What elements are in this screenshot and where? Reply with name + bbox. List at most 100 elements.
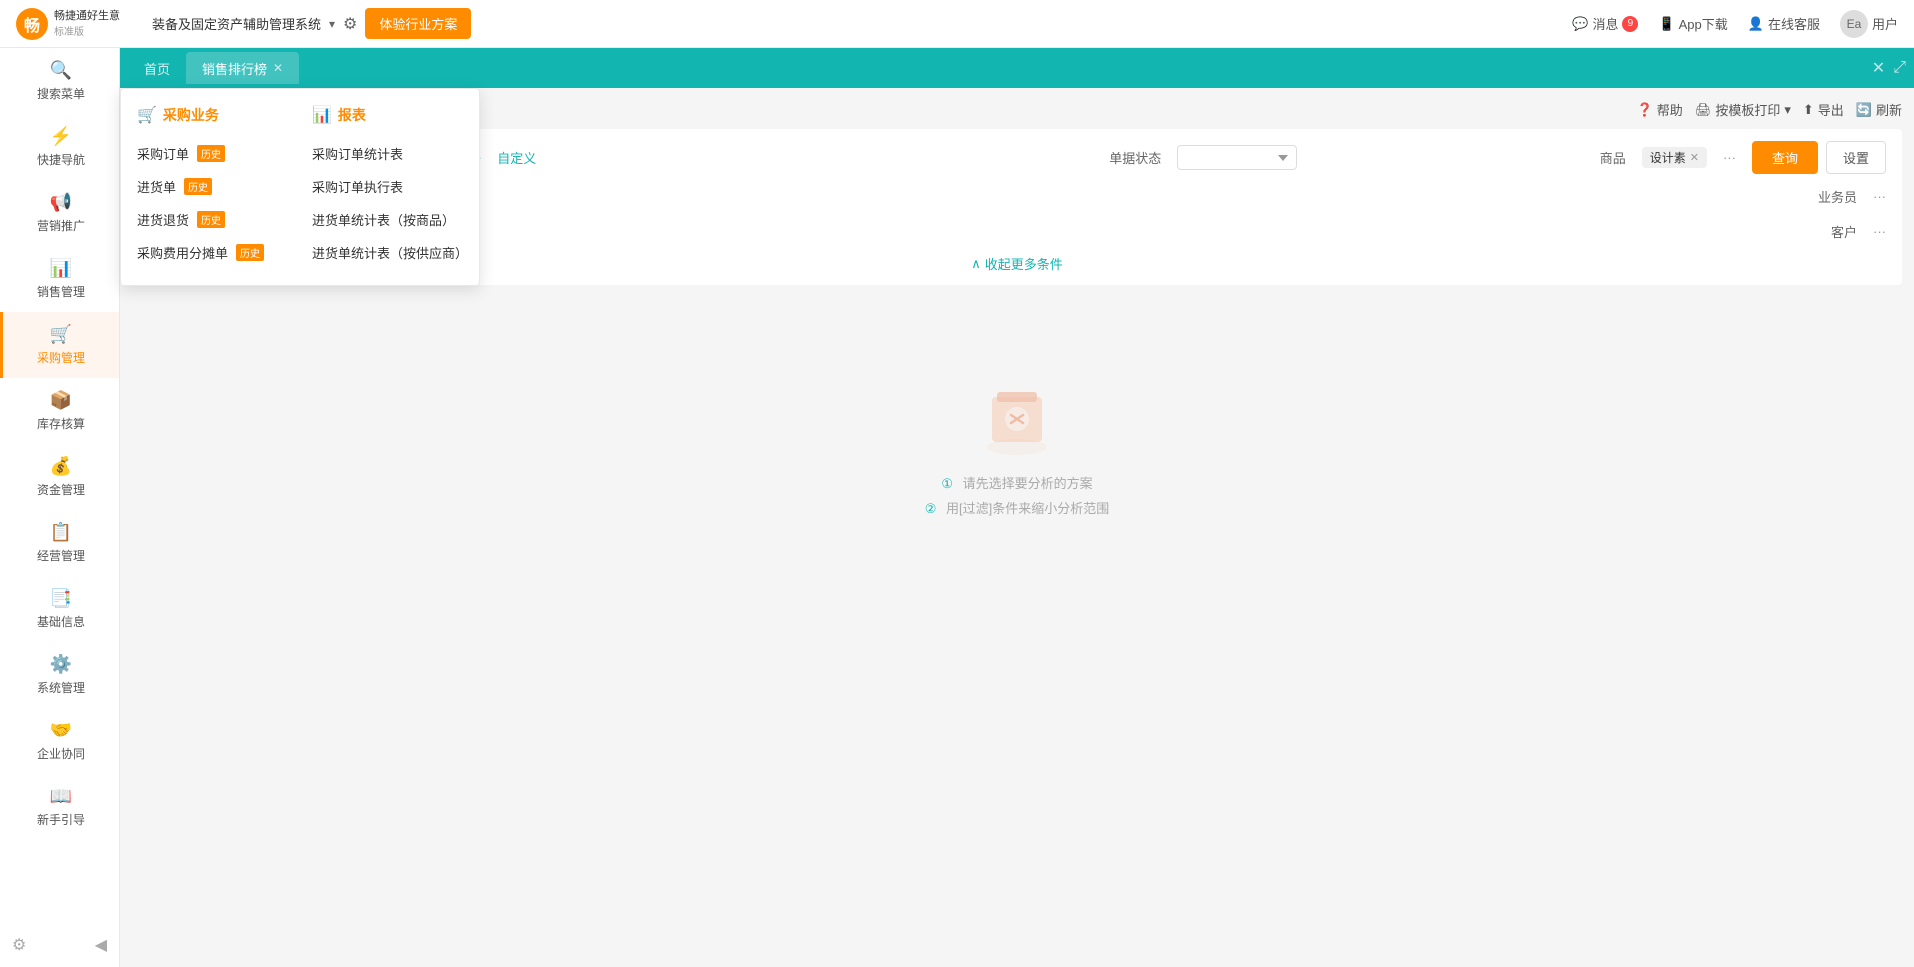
date-custom[interactable]: 自定义	[497, 148, 536, 167]
purchase-return-item[interactable]: 进货退货 历史	[137, 203, 288, 236]
tab-close-icon[interactable]: ✕	[273, 61, 283, 75]
print-btn[interactable]: 🖨 按模板打印 ▾	[1695, 100, 1791, 119]
salesman-label: 业务员	[1818, 187, 1857, 206]
cooperation-icon: 🤝	[50, 720, 72, 741]
dropdown-sections: 🛒 采购业务 采购订单 历史 进货单 历史 进货退货 历史 采购费用分摊单 历史	[137, 105, 463, 269]
refresh-btn[interactable]: 🔄 刷新	[1856, 100, 1902, 119]
system-icon: ⚙️	[50, 654, 72, 675]
empty-tip-1: ① 请先选择要分析的方案	[941, 473, 1092, 492]
empty-tip-2: ② 用[过滤]条件来缩小分析范围	[925, 498, 1110, 517]
top-header: 畅 畅捷通好生意 标准版 装备及固定资产辅助管理系统 ▾ ⚙ 体验行业方案 💬 …	[0, 0, 1914, 48]
goods-label: 商品	[1600, 148, 1626, 167]
sidebar-item-marketing[interactable]: 📢 营销推广	[0, 180, 119, 246]
header-right: 💬 消息 9 📱 App下载 👤 在线客服 Ea 用户	[1572, 10, 1898, 38]
report-order-exec-item[interactable]: 采购订单执行表	[312, 170, 463, 203]
sidebar: 🔍 搜索菜单 ⚡ 快捷导航 📢 营销推广 📊 销售管理 🛒 采购管理 📦 库存核…	[0, 48, 120, 967]
export-btn[interactable]: ⬆ 导出	[1803, 100, 1844, 119]
sidebar-item-operation[interactable]: 📋 经营管理	[0, 510, 119, 576]
message-icon: 💬	[1572, 16, 1588, 32]
phone-icon: 📱	[1658, 16, 1674, 32]
sidebar-bottom: ⚙ ◀	[0, 923, 119, 967]
goods-tag: 设计素 ✕	[1642, 147, 1707, 168]
empty-state: ① 请先选择要分析的方案 ② 用[过滤]条件来缩小分析范围	[132, 297, 1902, 603]
online-service-btn[interactable]: 👤 在线客服	[1748, 14, 1820, 33]
sidebar-item-basic[interactable]: 📑 基础信息	[0, 576, 119, 642]
service-icon: 👤	[1748, 16, 1764, 32]
order-status-label: 单据状态	[1109, 148, 1161, 167]
purchase-goods-item[interactable]: 进货单 历史	[137, 170, 288, 203]
history-badge-3: 历史	[236, 244, 264, 261]
header-middle: 装备及固定资产辅助管理系统 ▾ ⚙ 体验行业方案	[136, 8, 1572, 39]
print-icon: 🖨	[1695, 102, 1712, 118]
search-icon: 🔍	[50, 60, 72, 81]
tab-bar: 首页 销售排行榜 ✕ ✕ ⤢	[120, 48, 1914, 88]
report-goods-stat-item[interactable]: 进货单统计表（按商品）	[312, 203, 463, 236]
settings-icon-btn[interactable]: ⚙	[343, 14, 357, 34]
settings-btn[interactable]: 设置	[1826, 141, 1886, 174]
purchase-order-item[interactable]: 采购订单 历史	[137, 137, 288, 170]
report-supplier-stat-item[interactable]: 进货单统计表（按供应商）	[312, 236, 463, 269]
sidebar-item-purchase[interactable]: 🛒 采购管理	[0, 312, 119, 378]
inventory-icon: 📦	[50, 390, 72, 411]
tab-close-window-icon[interactable]: ✕	[1872, 58, 1885, 78]
order-status-select[interactable]	[1177, 145, 1297, 170]
sidebar-item-guide[interactable]: 📖 新手引导	[0, 774, 119, 840]
user-btn[interactable]: Ea 用户	[1840, 10, 1898, 38]
logo-text: 畅捷通好生意 标准版	[54, 9, 120, 38]
export-icon: ⬆	[1803, 102, 1814, 118]
messages-btn[interactable]: 💬 消息 9	[1572, 14, 1638, 33]
goods-more-dots[interactable]: ···	[1723, 150, 1736, 165]
avatar: Ea	[1840, 10, 1868, 38]
salesman-dots[interactable]: ···	[1873, 189, 1886, 204]
sidebar-item-nav[interactable]: ⚡ 快捷导航	[0, 114, 119, 180]
sidebar-item-cooperation[interactable]: 🤝 企业协同	[0, 708, 119, 774]
finance-icon: 💰	[50, 456, 72, 477]
action-btns: 查询 设置	[1752, 141, 1886, 174]
sidebar-item-search[interactable]: 🔍 搜索菜单	[0, 48, 119, 114]
report-title-icon: 📊	[312, 105, 332, 125]
history-badge-2: 历史	[197, 211, 225, 228]
purchase-business-section: 🛒 采购业务 采购订单 历史 进货单 历史 进货退货 历史 采购费用分摊单 历史	[137, 105, 288, 269]
sales-icon: 📊	[50, 258, 72, 279]
collapse-btn[interactable]: ∧ 收起更多条件	[971, 254, 1063, 273]
tab-home[interactable]: 首页	[128, 52, 186, 84]
empty-illustration	[967, 377, 1067, 457]
purchase-icon: 🛒	[50, 324, 72, 345]
sidebar-item-sales[interactable]: 📊 销售管理	[0, 246, 119, 312]
query-btn[interactable]: 查询	[1752, 141, 1818, 174]
purchase-dropdown: 🛒 采购业务 采购订单 历史 进货单 历史 进货退货 历史 采购费用分摊单 历史	[120, 88, 480, 286]
logo-area: 畅 畅捷通好生意 标准版	[16, 8, 136, 40]
help-btn[interactable]: ❓ 帮助	[1637, 100, 1683, 119]
customer-dots[interactable]: ···	[1873, 224, 1886, 239]
purchase-cost-item[interactable]: 采购费用分摊单 历史	[137, 236, 288, 269]
settings-bottom-icon[interactable]: ⚙	[12, 935, 26, 955]
collapse-icon: ∧	[971, 256, 981, 272]
basic-icon: 📑	[50, 588, 72, 609]
purchase-section-title: 🛒 采购业务	[137, 105, 288, 125]
collapse-sidebar-icon[interactable]: ◀	[95, 935, 107, 955]
guide-icon: 📖	[50, 786, 72, 807]
refresh-icon: 🔄	[1856, 102, 1872, 118]
lightning-icon: ⚡	[50, 126, 72, 147]
tab-maximize-icon[interactable]: ⤢	[1893, 59, 1906, 77]
tab-bar-right: ✕ ⤢	[1872, 58, 1906, 78]
message-badge: 9	[1622, 16, 1638, 32]
report-section-title: 📊 报表	[312, 105, 463, 125]
marketing-icon: 📢	[50, 192, 72, 213]
sidebar-item-finance[interactable]: 💰 资金管理	[0, 444, 119, 510]
tab-sales-rank[interactable]: 销售排行榜 ✕	[186, 52, 299, 84]
goods-tag-close[interactable]: ✕	[1690, 151, 1699, 164]
industry-btn[interactable]: 体验行业方案	[365, 8, 471, 39]
print-dropdown-icon: ▾	[1784, 102, 1791, 118]
system-dropdown-btn[interactable]: ▾	[329, 17, 335, 31]
system-name: 装备及固定资产辅助管理系统	[152, 14, 321, 33]
customer-label: 客户	[1831, 222, 1857, 241]
report-section: 📊 报表 采购订单统计表 采购订单执行表 进货单统计表（按商品） 进货单统计表（…	[312, 105, 463, 269]
sidebar-item-inventory[interactable]: 📦 库存核算	[0, 378, 119, 444]
logo-icon: 畅	[16, 8, 48, 40]
sidebar-item-system[interactable]: ⚙️ 系统管理	[0, 642, 119, 708]
history-badge-0: 历史	[197, 145, 225, 162]
app-download-btn[interactable]: 📱 App下载	[1658, 14, 1727, 33]
help-icon: ❓	[1637, 102, 1653, 118]
report-order-stat-item[interactable]: 采购订单统计表	[312, 137, 463, 170]
